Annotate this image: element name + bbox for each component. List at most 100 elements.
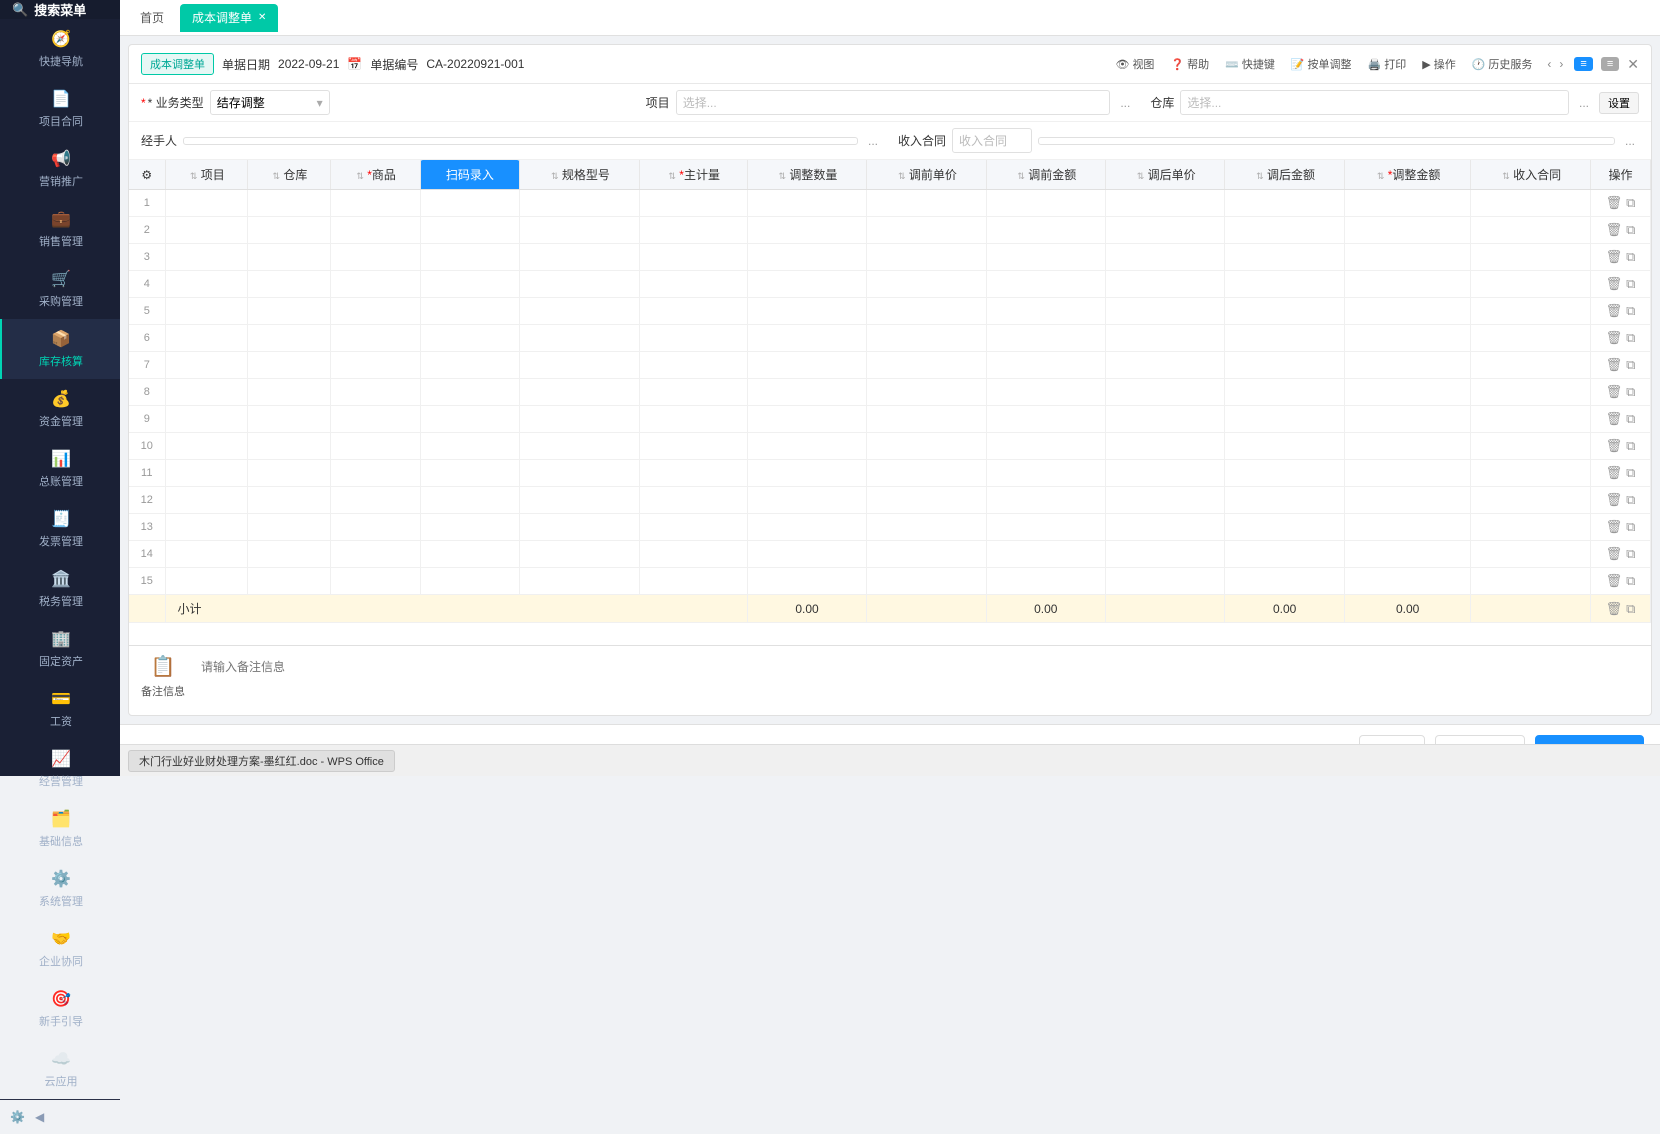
cell-income-contract[interactable] [1471, 298, 1591, 325]
cell-prev-unit-price[interactable] [867, 487, 986, 514]
sidebar-item-ledger[interactable]: 📊总账管理 [0, 439, 120, 499]
cell-product[interactable] [330, 190, 420, 217]
cell-scan[interactable] [420, 352, 520, 379]
cell-spec[interactable] [520, 298, 639, 325]
cell-income-contract[interactable] [1471, 271, 1591, 298]
cell-product[interactable] [330, 271, 420, 298]
cell-after-unit-price[interactable] [1106, 514, 1225, 541]
cell-warehouse[interactable] [248, 406, 331, 433]
sidebar-item-invoice[interactable]: 🧾发票管理 [0, 499, 120, 559]
cell-spec[interactable] [520, 433, 639, 460]
cell-after-unit-price[interactable] [1106, 298, 1225, 325]
cell-after-amount[interactable] [1225, 244, 1344, 271]
cell-prev-unit-price[interactable] [867, 379, 986, 406]
sidebar-item-ops[interactable]: 📈经营管理 [0, 739, 120, 799]
cell-warehouse[interactable] [248, 271, 331, 298]
taskbar-item[interactable]: 木门行业好业财处理方案-墨红红.doc - WPS Office [128, 750, 395, 772]
sidebar-item-finance[interactable]: 💰资金管理 [0, 379, 120, 439]
cell-scan[interactable] [420, 406, 520, 433]
cell-adjust-qty[interactable] [747, 433, 866, 460]
cell-prev-unit-price[interactable] [867, 541, 986, 568]
cell-prev-amount[interactable] [986, 379, 1105, 406]
cell-prev-amount[interactable] [986, 352, 1105, 379]
cell-prev-amount[interactable] [986, 298, 1105, 325]
col-gear[interactable]: ⚙ [129, 160, 165, 190]
cell-prev-unit-price[interactable] [867, 433, 986, 460]
cell-unit[interactable] [639, 325, 747, 352]
shortcut-action[interactable]: ⌨️ 快捷键 [1221, 54, 1279, 74]
copy-icon[interactable]: ⧉ [1626, 438, 1635, 454]
cell-after-unit-price[interactable] [1106, 379, 1225, 406]
cell-adjust-qty[interactable] [747, 379, 866, 406]
cell-spec[interactable] [520, 568, 639, 595]
cell-scan[interactable] [420, 541, 520, 568]
cell-adjust-amount[interactable] [1344, 379, 1471, 406]
cell-adjust-qty[interactable] [747, 568, 866, 595]
copy-icon[interactable]: ⧉ [1626, 195, 1635, 211]
warehouse-select[interactable]: 选择... [1180, 90, 1569, 115]
agent-select[interactable] [183, 137, 858, 145]
cell-prev-amount[interactable] [986, 325, 1105, 352]
sidebar-item-payroll[interactable]: 💳工资 [0, 679, 120, 739]
col-scan[interactable]: 扫码录入 [420, 160, 520, 190]
cell-warehouse[interactable] [248, 487, 331, 514]
copy-icon[interactable]: ⧉ [1626, 519, 1635, 535]
cell-adjust-amount[interactable] [1344, 487, 1471, 514]
sidebar-item-marketing[interactable]: 📢营销推广 [0, 139, 120, 199]
cell-prev-unit-price[interactable] [867, 568, 986, 595]
cell-prev-unit-price[interactable] [867, 460, 986, 487]
cell-scan[interactable] [420, 271, 520, 298]
cell-prev-amount[interactable] [986, 541, 1105, 568]
cell-unit[interactable] [639, 568, 747, 595]
cell-after-amount[interactable] [1225, 487, 1344, 514]
cell-unit[interactable] [639, 514, 747, 541]
cell-after-amount[interactable] [1225, 406, 1344, 433]
cell-prev-unit-price[interactable] [867, 352, 986, 379]
cell-project[interactable] [165, 460, 248, 487]
cell-spec[interactable] [520, 487, 639, 514]
cell-prev-amount[interactable] [986, 568, 1105, 595]
cell-adjust-qty[interactable] [747, 541, 866, 568]
cell-product[interactable] [330, 379, 420, 406]
cell-scan[interactable] [420, 298, 520, 325]
cell-scan[interactable] [420, 514, 520, 541]
cell-after-amount[interactable] [1225, 298, 1344, 325]
cell-after-amount[interactable] [1225, 217, 1344, 244]
sidebar-item-guide[interactable]: 🎯新手引导 [0, 979, 120, 1039]
cell-adjust-amount[interactable] [1344, 433, 1471, 460]
cell-prev-unit-price[interactable] [867, 406, 986, 433]
nav-next[interactable]: › [1556, 56, 1566, 72]
delete-icon[interactable]: 🗑 [1606, 195, 1623, 211]
cell-prev-amount[interactable] [986, 514, 1105, 541]
sidebar-item-collab[interactable]: 🤝企业协同 [0, 919, 120, 979]
cell-spec[interactable] [520, 514, 639, 541]
cell-prev-amount[interactable] [986, 244, 1105, 271]
cell-project[interactable] [165, 514, 248, 541]
cell-unit[interactable] [639, 352, 747, 379]
cell-prev-unit-price[interactable] [867, 244, 986, 271]
cell-project[interactable] [165, 190, 248, 217]
cell-adjust-amount[interactable] [1344, 568, 1471, 595]
cell-adjust-amount[interactable] [1344, 271, 1471, 298]
project-select[interactable]: 选择... [676, 90, 1111, 115]
sidebar-item-tax[interactable]: 🏛️税务管理 [0, 559, 120, 619]
cell-adjust-qty[interactable] [747, 325, 866, 352]
sidebar-item-sales[interactable]: 💼销售管理 [0, 199, 120, 259]
cell-adjust-amount[interactable] [1344, 541, 1471, 568]
cell-prev-amount[interactable] [986, 217, 1105, 244]
cell-scan[interactable] [420, 190, 520, 217]
cell-product[interactable] [330, 541, 420, 568]
cell-prev-unit-price[interactable] [867, 325, 986, 352]
cell-unit[interactable] [639, 406, 747, 433]
copy-icon[interactable]: ⧉ [1626, 276, 1635, 292]
delete-icon[interactable]: 🗑 [1606, 492, 1623, 508]
copy-icon[interactable]: ⧉ [1626, 303, 1635, 319]
delete-icon[interactable]: 🗑 [1606, 438, 1623, 454]
cell-adjust-amount[interactable] [1344, 190, 1471, 217]
cell-after-amount[interactable] [1225, 379, 1344, 406]
cell-scan[interactable] [420, 568, 520, 595]
cell-product[interactable] [330, 568, 420, 595]
sidebar-item-inventory[interactable]: 📦库存核算 [0, 319, 120, 379]
doc-close-btn[interactable]: ✕ [1627, 56, 1639, 73]
cell-adjust-qty[interactable] [747, 217, 866, 244]
